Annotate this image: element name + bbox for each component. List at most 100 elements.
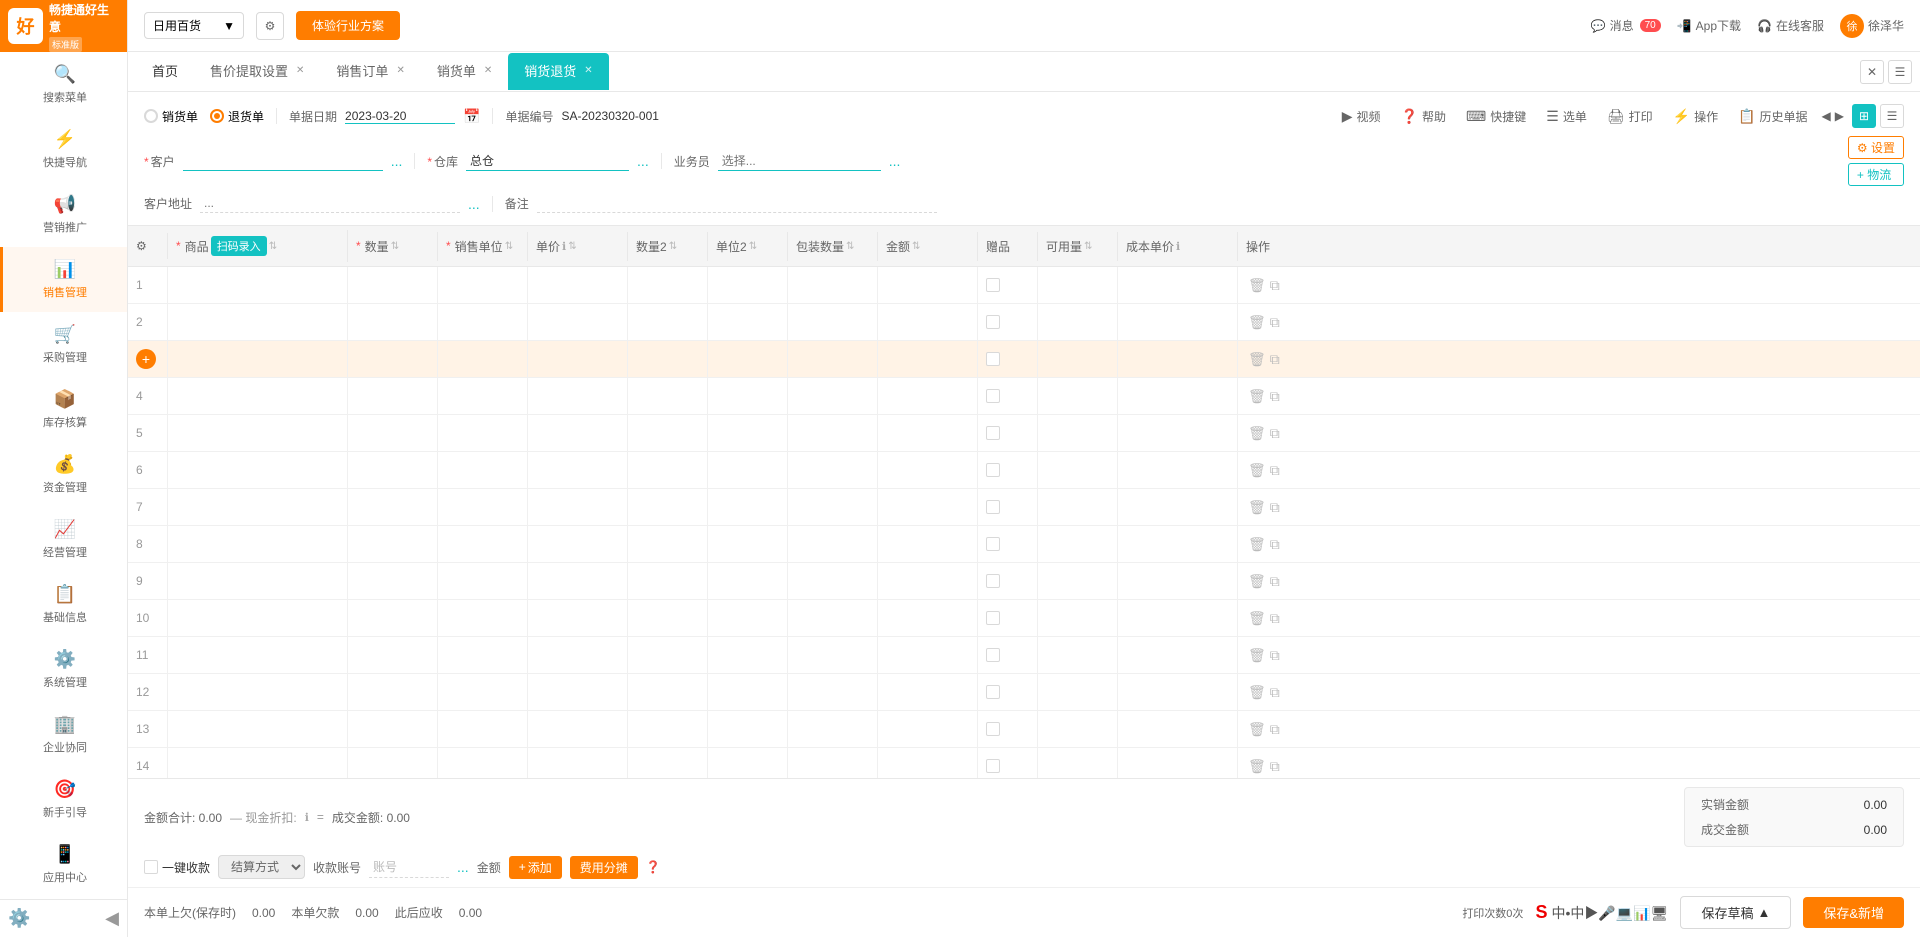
- toolbar-video-btn[interactable]: ▶ 视频: [1336, 106, 1387, 127]
- online-service-btn[interactable]: 🎧 在线客服: [1757, 17, 1824, 34]
- row-1-unit2[interactable]: [708, 267, 788, 303]
- delete-btn[interactable]: 🗑: [1248, 573, 1266, 590]
- price-info-icon[interactable]: ℹ: [562, 240, 566, 253]
- tab-sales-delivery[interactable]: 销货单 ✕: [421, 53, 508, 90]
- sidebar-item-search[interactable]: 🔍 搜索菜单: [0, 52, 127, 117]
- sort-unit-icon[interactable]: ⇅: [505, 241, 513, 252]
- gear-icon[interactable]: ⚙: [136, 239, 147, 253]
- copy-btn[interactable]: ⧉: [1270, 536, 1280, 553]
- row-2-gift-checkbox[interactable]: [986, 315, 1000, 329]
- delete-btn[interactable]: 🗑: [1248, 536, 1266, 553]
- row-3-pack[interactable]: [788, 341, 878, 377]
- copy-btn[interactable]: ⧉: [1270, 425, 1280, 442]
- row-2-unit2[interactable]: [708, 304, 788, 340]
- copy-btn[interactable]: ⧉: [1270, 758, 1280, 775]
- row-2-gift[interactable]: [978, 304, 1038, 340]
- row-1-unit[interactable]: [438, 267, 528, 303]
- row-2-qty2[interactable]: [628, 304, 708, 340]
- settings-btn[interactable]: ⚙ 设置: [1848, 136, 1904, 159]
- row-3-product[interactable]: [168, 341, 348, 377]
- toolbar-operation-btn[interactable]: ⚡ 操作: [1667, 106, 1724, 127]
- add-logistics-btn[interactable]: + 物流: [1848, 163, 1904, 186]
- copy-btn[interactable]: ⧉: [1270, 721, 1280, 738]
- cost-info-icon[interactable]: ℹ: [1176, 240, 1180, 253]
- copy-btn[interactable]: ⧉: [1270, 684, 1280, 701]
- row-1-price[interactable]: [528, 267, 628, 303]
- row-3-copy-btn[interactable]: ⧉: [1270, 351, 1280, 368]
- sort-pack-icon[interactable]: ⇅: [846, 241, 854, 252]
- add-row-btn[interactable]: +: [136, 349, 156, 369]
- industry-select[interactable]: 日用百货 ▼: [144, 12, 244, 39]
- row-3-avail[interactable]: [1038, 341, 1118, 377]
- delete-btn[interactable]: 🗑: [1248, 610, 1266, 627]
- save-new-btn[interactable]: 保存&新增: [1803, 897, 1904, 928]
- sort-unit2-icon[interactable]: ⇅: [749, 241, 757, 252]
- account-input[interactable]: 账号: [369, 856, 449, 878]
- row-1-delete-btn[interactable]: 🗑: [1248, 277, 1266, 294]
- row-1-gift-checkbox[interactable]: [986, 278, 1000, 292]
- tab-sales-order[interactable]: 销售订单 ✕: [320, 53, 420, 90]
- warehouse-more-btn[interactable]: ...: [637, 153, 649, 169]
- copy-btn[interactable]: ⧉: [1270, 462, 1280, 479]
- sidebar-item-app-center[interactable]: 📱 应用中心: [0, 832, 127, 897]
- delete-btn[interactable]: 🗑: [1248, 758, 1266, 775]
- tab-close-sales-return[interactable]: ✕: [584, 65, 592, 76]
- settings-icon[interactable]: ⚙️: [8, 908, 30, 929]
- delete-btn[interactable]: 🗑: [1248, 684, 1266, 701]
- row-2-copy-btn[interactable]: ⧉: [1270, 314, 1280, 331]
- row-3-delete-btn[interactable]: 🗑: [1248, 351, 1266, 368]
- salesperson-input[interactable]: [718, 152, 881, 171]
- save-draft-btn[interactable]: 保存草稿 ▲: [1680, 896, 1791, 929]
- tab-home[interactable]: 首页: [136, 53, 194, 90]
- delete-btn[interactable]: 🗑: [1248, 388, 1266, 405]
- row-3-gift-checkbox[interactable]: [986, 352, 1000, 366]
- toolbar-help-btn[interactable]: ❓ 帮助: [1395, 106, 1452, 127]
- calc-method-select[interactable]: 结算方式: [218, 855, 305, 879]
- row-2-avail[interactable]: [1038, 304, 1118, 340]
- row-2-unit[interactable]: [438, 304, 528, 340]
- radio-sales-return[interactable]: 退货单: [210, 108, 264, 125]
- row-3-cost[interactable]: [1118, 341, 1238, 377]
- sort-qty-icon[interactable]: ⇅: [391, 241, 399, 252]
- calendar-icon[interactable]: 📅: [463, 108, 480, 125]
- delete-btn[interactable]: 🗑: [1248, 425, 1266, 442]
- row-3-qty[interactable]: [348, 341, 438, 377]
- delete-btn[interactable]: 🗑: [1248, 647, 1266, 664]
- customer-input[interactable]: [183, 152, 383, 171]
- list-view-btn[interactable]: ☰: [1880, 104, 1904, 128]
- row-2-qty[interactable]: [348, 304, 438, 340]
- salesperson-more-btn[interactable]: ...: [889, 153, 901, 169]
- row-1-gift[interactable]: [978, 267, 1038, 303]
- customer-more-btn[interactable]: ...: [391, 153, 403, 169]
- row-2-pack[interactable]: [788, 304, 878, 340]
- experience-btn[interactable]: 体验行业方案: [296, 11, 400, 40]
- sort-product-icon[interactable]: ⇅: [269, 241, 277, 252]
- topbar-settings-btn[interactable]: ⚙: [256, 12, 284, 40]
- row-1-qty2[interactable]: [628, 267, 708, 303]
- fee-help-icon[interactable]: ❓: [646, 860, 661, 874]
- sidebar-item-quick-nav[interactable]: ⚡ 快捷导航: [0, 117, 127, 182]
- toolbar-print-btn[interactable]: 🖨 打印: [1601, 106, 1659, 127]
- row-2-price[interactable]: [528, 304, 628, 340]
- row-2-delete-btn[interactable]: 🗑: [1248, 314, 1266, 331]
- copy-btn[interactable]: ⧉: [1270, 499, 1280, 516]
- row-1-avail[interactable]: [1038, 267, 1118, 303]
- copy-btn[interactable]: ⧉: [1270, 610, 1280, 627]
- tab-close-sales-delivery[interactable]: ✕: [484, 65, 492, 76]
- copy-btn[interactable]: ⧉: [1270, 388, 1280, 405]
- row-1-cost[interactable]: [1118, 267, 1238, 303]
- sidebar-item-system[interactable]: ⚙️ 系统管理: [0, 637, 127, 702]
- row-1-product[interactable]: [168, 267, 348, 303]
- row-3-amount[interactable]: [878, 341, 978, 377]
- tab-menu[interactable]: ☰: [1888, 60, 1912, 84]
- sidebar-item-inventory[interactable]: 📦 库存核算: [0, 377, 127, 442]
- app-download-btn[interactable]: 📲 App下载: [1677, 17, 1741, 34]
- radio-sales-delivery[interactable]: 销货单: [144, 108, 198, 125]
- toolbar-shortcut-btn[interactable]: ⌨ 快捷键: [1460, 106, 1532, 127]
- tab-close-sales-order[interactable]: ✕: [396, 65, 404, 76]
- sidebar-item-operations[interactable]: 📈 经营管理: [0, 507, 127, 572]
- tab-sales-return[interactable]: 销货退货 ✕: [508, 53, 608, 90]
- sort-avail-icon[interactable]: ⇅: [1084, 241, 1092, 252]
- sidebar-item-sales-mgmt[interactable]: 📊 销售管理: [0, 247, 127, 312]
- next-record-btn[interactable]: ▶: [1835, 109, 1844, 123]
